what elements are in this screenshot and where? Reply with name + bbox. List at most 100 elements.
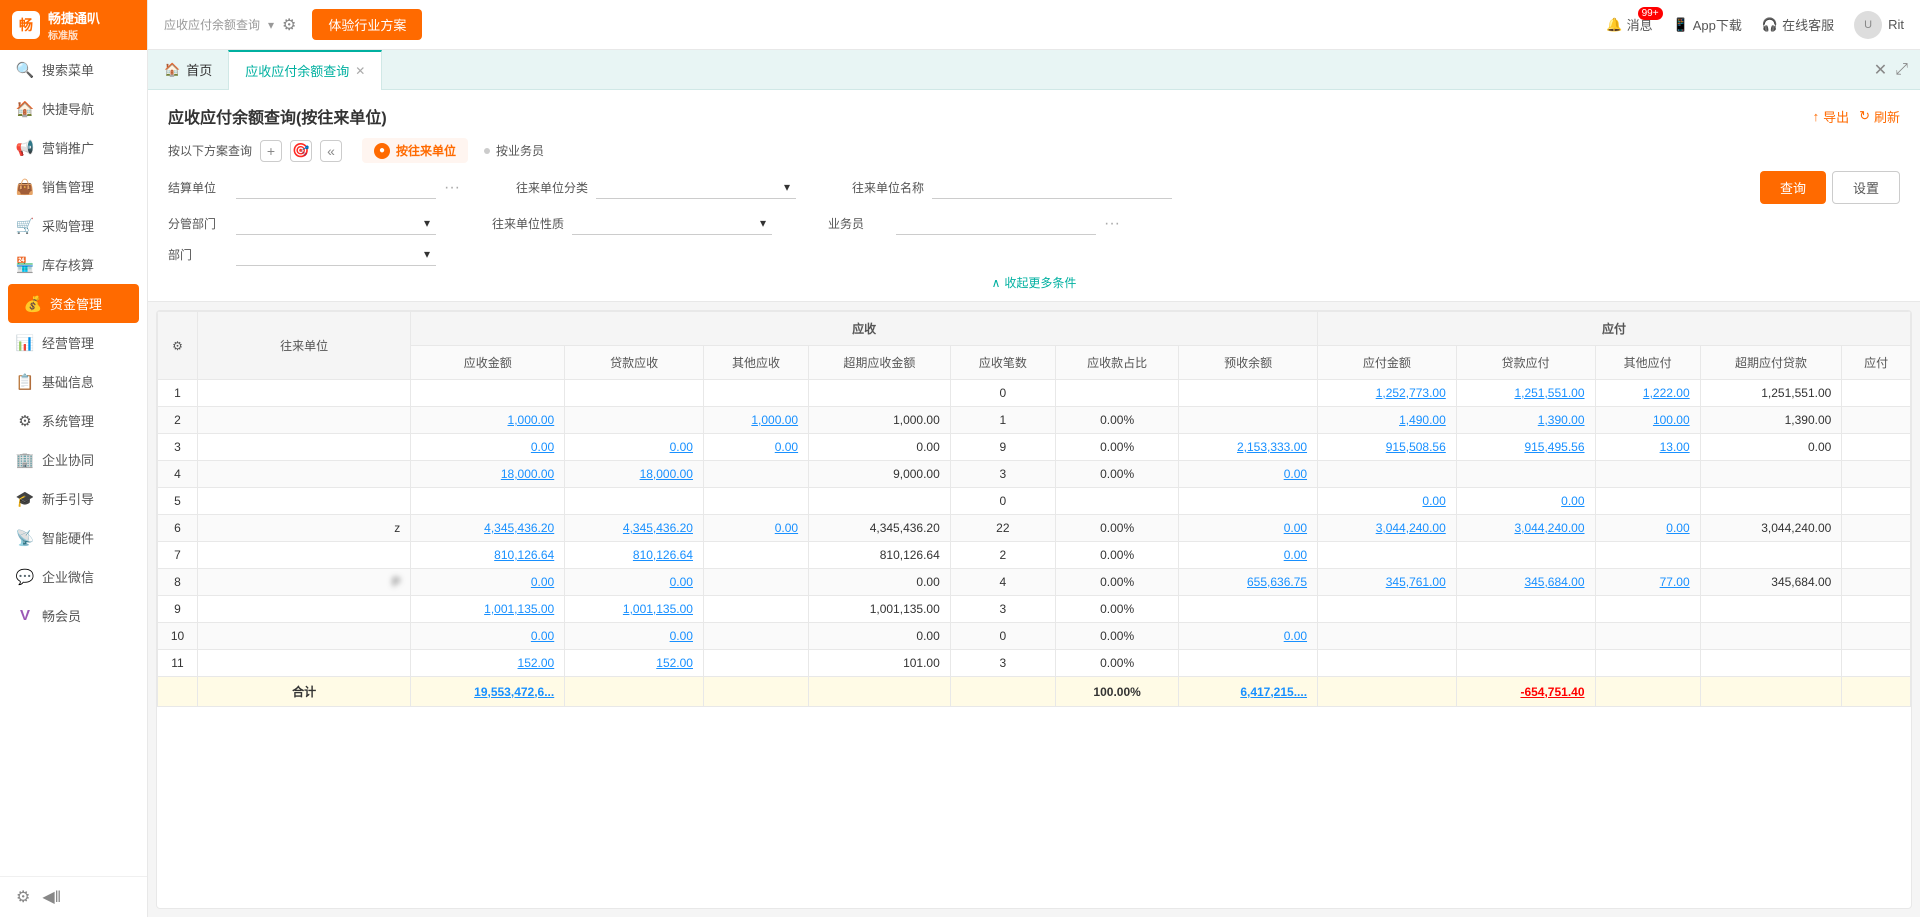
salesman-dots-icon[interactable]: ··· [1104,215,1120,233]
table-cell[interactable]: 0.00 [565,434,704,461]
table-cell[interactable]: 0.00 [411,434,565,461]
user-area[interactable]: U Rit [1854,11,1904,39]
table-cell[interactable]: 655,636.75 [1179,569,1318,596]
filter-add-btn[interactable]: + [260,140,282,162]
sidebar-item-guide[interactable]: 🎓 新手引导 [0,479,147,518]
table-cell[interactable]: 1,252,773.00 [1318,380,1457,407]
sidebar-item-inventory[interactable]: 🏪 库存核算 [0,245,147,284]
department-select[interactable]: ▾ [236,243,436,266]
footer-ar-amt[interactable]: 19,553,472,6... [411,677,565,707]
tab-ar-ap[interactable]: 应收应付余额查询 ✕ [228,50,382,90]
sidebar-item-basic-info[interactable]: 📋 基础信息 [0,362,147,401]
table-cell[interactable]: 152.00 [411,650,565,677]
table-cell [703,569,808,596]
table-cell: 0.00 [1700,434,1842,461]
table-cell[interactable]: 4,345,436.20 [411,515,565,542]
table-cell[interactable]: 915,508.56 [1318,434,1457,461]
table-cell[interactable]: 1,390.00 [1456,407,1595,434]
refresh-btn[interactable]: ↻ 刷新 [1859,107,1900,126]
col-settings[interactable]: ⚙ [158,312,198,380]
table-cell[interactable]: 0.00 [703,434,808,461]
footer-prepay[interactable]: 6,417,215.... [1179,677,1318,707]
settlement-dots-icon[interactable]: ··· [444,179,460,197]
gear-icon[interactable]: ⚙ [282,15,296,35]
table-cell[interactable]: 3,044,240.00 [1318,515,1457,542]
query-btn[interactable]: 查询 [1760,171,1826,204]
partner-nature-select[interactable]: ▾ [572,212,772,235]
table-cell[interactable]: 810,126.64 [411,542,565,569]
sidebar-item-sales[interactable]: 👜 销售管理 [0,167,147,206]
table-cell[interactable]: 810,126.64 [565,542,704,569]
table-cell[interactable]: 0.00 [1318,488,1457,515]
export-btn[interactable]: ↑ 导出 [1813,107,1850,126]
app-download-btn[interactable]: 📱 App下载 [1673,15,1742,34]
sidebar-item-marketing[interactable]: 📢 营销推广 [0,128,147,167]
collapse-btn[interactable]: ∧ 收起更多条件 [992,274,1077,291]
online-service-btn[interactable]: 🎧 在线客服 [1762,15,1834,34]
sidebar-item-enterprise[interactable]: 🏢 企业协同 [0,440,147,479]
table-cell[interactable]: 0.00 [1456,488,1595,515]
sidebar-item-quick-nav[interactable]: 🏠 快捷导航 [0,89,147,128]
table-cell[interactable]: 0.00 [411,623,565,650]
table-cell[interactable]: 0.00 [565,569,704,596]
sidebar-item-wechat[interactable]: 💬 企业微信 [0,557,147,596]
table-cell[interactable]: 1,001,135.00 [565,596,704,623]
table-cell[interactable]: 4,345,436.20 [565,515,704,542]
table-cell[interactable]: 13.00 [1595,434,1700,461]
message-btn[interactable]: 🔔 消息 99+ [1606,15,1652,34]
settings-btn[interactable]: 设置 [1832,171,1900,204]
table-cell[interactable]: 0.00 [1179,515,1318,542]
table-cell[interactable]: 0.00 [1179,461,1318,488]
table-cell[interactable]: 152.00 [565,650,704,677]
settings-bottom-icon[interactable]: ⚙ [16,887,30,907]
table-cell[interactable]: 1,000.00 [411,407,565,434]
settlement-input[interactable] [236,176,436,199]
sidebar-item-system[interactable]: ⚙ 系统管理 [0,401,147,440]
trial-btn[interactable]: 体验行业方案 [312,9,422,40]
sub-nav-by-partner[interactable]: ● 按往来单位 [362,138,468,163]
table-cell[interactable]: 1,251,551.00 [1456,380,1595,407]
collapse-icon[interactable]: ◀‖ [42,887,61,907]
table-cell[interactable]: 100.00 [1595,407,1700,434]
footer-ap-loan[interactable]: -654,751.40 [1456,677,1595,707]
table-cell[interactable]: 345,761.00 [1318,569,1457,596]
tab-home[interactable]: 🏠 首页 [148,50,228,90]
sidebar-item-search-menu[interactable]: 🔍 搜索菜单 [0,50,147,89]
sidebar-item-management[interactable]: 📊 经营管理 [0,323,147,362]
partner-cat-select[interactable]: ▾ [596,176,796,199]
table-cell[interactable]: 3,044,240.00 [1456,515,1595,542]
table-cell[interactable]: 0.00 [1179,542,1318,569]
table-cell[interactable]: 1,001,135.00 [411,596,565,623]
table-cell[interactable]: 1,000.00 [703,407,808,434]
table-cell[interactable]: 77.00 [1595,569,1700,596]
table-cell[interactable]: 2,153,333.00 [1179,434,1318,461]
table-cell: 9 [950,434,1055,461]
dept-select[interactable]: ▾ [236,212,436,235]
filter-target-icon[interactable]: 🎯 [290,140,312,162]
search-icon: 🔍 [16,61,34,79]
sidebar-item-purchase[interactable]: 🛒 采购管理 [0,206,147,245]
table-cell [1595,650,1700,677]
filter-collapse-left-icon[interactable]: « [320,140,342,162]
partner-name-input[interactable] [932,176,1172,199]
table-cell[interactable]: 1,222.00 [1595,380,1700,407]
sidebar-item-smart-hw[interactable]: 📡 智能硬件 [0,518,147,557]
table-cell[interactable]: 0.00 [411,569,565,596]
table-cell[interactable]: 18,000.00 [565,461,704,488]
table-cell[interactable]: 345,684.00 [1456,569,1595,596]
sub-nav-by-salesman[interactable]: 按业务员 [472,138,556,163]
table-cell[interactable]: 18,000.00 [411,461,565,488]
table-cell[interactable]: 1,490.00 [1318,407,1457,434]
tab-close-icon[interactable]: ✕ [355,64,365,78]
salesman-input[interactable] [896,212,1096,235]
sidebar-item-vip[interactable]: V 畅会员 [0,596,147,635]
table-cell[interactable]: 0.00 [565,623,704,650]
table-cell[interactable]: 0.00 [703,515,808,542]
table-cell[interactable]: 0.00 [1595,515,1700,542]
table-cell[interactable]: 915,495.56 [1456,434,1595,461]
sidebar-item-finance[interactable]: 💰 资金管理 [8,284,139,323]
table-cell[interactable]: 0.00 [1179,623,1318,650]
close-window-icon[interactable]: ✕ [1874,60,1887,80]
header-dropdown[interactable]: ▾ [268,18,274,32]
maximize-icon[interactable]: ⤢ [1895,61,1908,79]
